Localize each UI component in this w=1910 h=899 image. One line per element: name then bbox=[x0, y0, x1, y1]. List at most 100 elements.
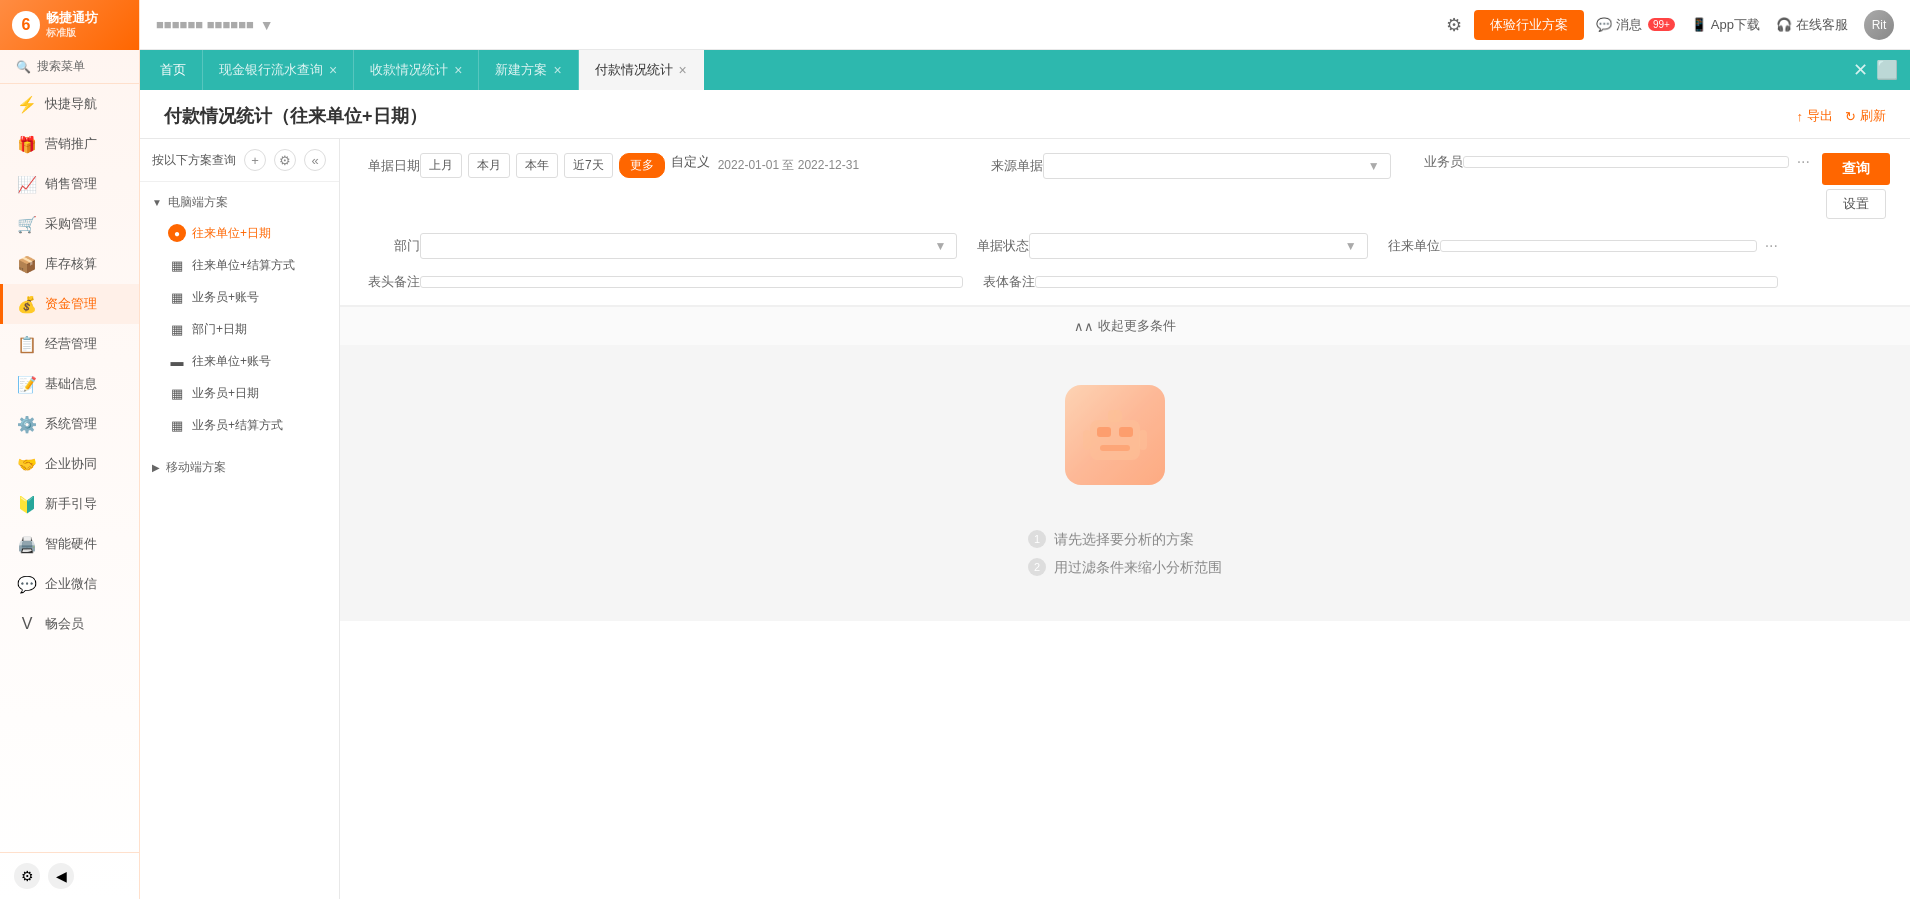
refresh-button[interactable]: ↻ 刷新 bbox=[1845, 107, 1886, 125]
scheme-item-icon: ▦ bbox=[168, 416, 186, 434]
scheme-item-staff-account[interactable]: ▦ 业务员+账号 bbox=[140, 281, 339, 313]
sidebar-item-finance[interactable]: 💰资金管理 bbox=[0, 284, 139, 324]
sidebar-item-business[interactable]: 📋经营管理 bbox=[0, 324, 139, 364]
export-icon: ↑ bbox=[1797, 109, 1804, 124]
refresh-icon: ↻ bbox=[1845, 109, 1856, 124]
export-button[interactable]: ↑ 导出 bbox=[1797, 107, 1834, 125]
tab-pay-stat[interactable]: 付款情况统计× bbox=[579, 50, 704, 90]
pc-scheme-group: ▼ 电脑端方案 ● 往来单位+日期 ▦ 往来单位+结算方式 ▦ 业务员+账号 bbox=[140, 182, 339, 447]
note-body-input[interactable] bbox=[1035, 276, 1778, 288]
nav-label-guide: 新手引导 bbox=[45, 495, 97, 513]
sidebar-item-hardware[interactable]: 🖨️智能硬件 bbox=[0, 524, 139, 564]
scheme-item-icon: ▦ bbox=[168, 384, 186, 402]
unit-more-icon[interactable]: ··· bbox=[1765, 237, 1778, 255]
empty-state: 1 请先选择要分析的方案 2 用过滤条件来缩小分析范围 bbox=[340, 345, 1910, 621]
tab-close-bank-flow[interactable]: × bbox=[329, 62, 337, 78]
close-tab-icon[interactable]: ✕ bbox=[1853, 59, 1868, 81]
last-month-btn[interactable]: 上月 bbox=[420, 153, 462, 178]
svg-rect-7 bbox=[1139, 430, 1147, 450]
nav-icon-marketing: 🎁 bbox=[17, 134, 37, 154]
setting-button[interactable]: 设置 bbox=[1826, 189, 1886, 219]
tab-label-bank-flow: 现金银行流水查询 bbox=[219, 61, 323, 79]
scheme-setting-button[interactable]: ⚙ bbox=[274, 149, 296, 171]
sidebar-item-member[interactable]: V畅会员 bbox=[0, 604, 139, 644]
note-head-label: 表头备注 bbox=[360, 273, 420, 291]
scheme-item-unit-date[interactable]: ● 往来单位+日期 bbox=[140, 217, 339, 249]
trial-button[interactable]: 体验行业方案 bbox=[1474, 10, 1584, 40]
app-download-button[interactable]: 📱 App下载 bbox=[1691, 16, 1760, 34]
service-icon: 🎧 bbox=[1776, 17, 1792, 32]
scheme-item-staff-settle[interactable]: ▦ 业务员+结算方式 bbox=[140, 409, 339, 441]
tab-new-plan[interactable]: 新建方案× bbox=[479, 50, 578, 90]
tab-close-pay-stat[interactable]: × bbox=[679, 62, 687, 78]
group-arrow-icon: ▼ bbox=[152, 197, 162, 208]
nav-label-quick-nav: 快捷导航 bbox=[45, 95, 97, 113]
nav-label-basic: 基础信息 bbox=[45, 375, 97, 393]
tab-label-payment-stat: 收款情况统计 bbox=[370, 61, 448, 79]
messages-button[interactable]: 💬 消息 99+ bbox=[1596, 16, 1675, 34]
staff-more-icon[interactable]: ··· bbox=[1797, 153, 1810, 171]
empty-robot-icon bbox=[1065, 385, 1165, 485]
mobile-group-label: 移动端方案 bbox=[166, 459, 226, 476]
sidebar-item-marketing[interactable]: 🎁营销推广 bbox=[0, 124, 139, 164]
robot-svg bbox=[1075, 395, 1155, 475]
tab-close-payment-stat[interactable]: × bbox=[454, 62, 462, 78]
more-date-btn[interactable]: 更多 bbox=[619, 153, 665, 178]
tab-home[interactable]: 首页 bbox=[144, 50, 203, 90]
sidebar-item-wechat[interactable]: 💬企业微信 bbox=[0, 564, 139, 604]
this-year-btn[interactable]: 本年 bbox=[516, 153, 558, 178]
collapse-more-button[interactable]: ∧∧ 收起更多条件 bbox=[340, 306, 1910, 345]
query-button[interactable]: 查询 bbox=[1822, 153, 1890, 185]
sidebar: 6 畅捷通坊 标准版 🔍 搜索菜单 ⚡快捷导航🎁营销推广📈销售管理🛒采购管理📦库… bbox=[0, 0, 140, 899]
sidebar-item-basic[interactable]: 📝基础信息 bbox=[0, 364, 139, 404]
gear-button[interactable]: ⚙ bbox=[1446, 14, 1462, 36]
user-avatar[interactable]: Rit bbox=[1864, 10, 1894, 40]
source-select[interactable]: ▼ bbox=[1043, 153, 1390, 179]
query-actions: 查询 设置 bbox=[1822, 153, 1890, 219]
breadcrumb-dropdown[interactable]: ▼ bbox=[260, 17, 274, 33]
sidebar-item-coop[interactable]: 🤝企业协同 bbox=[0, 444, 139, 484]
sidebar-bottom: ⚙ ◀ bbox=[0, 852, 139, 899]
scheme-item-label: 部门+日期 bbox=[192, 321, 247, 338]
sidebar-item-inventory[interactable]: 📦库存核算 bbox=[0, 244, 139, 284]
last-7days-btn[interactable]: 近7天 bbox=[564, 153, 613, 178]
nav-icon-finance: 💰 bbox=[17, 294, 37, 314]
tab-bank-flow[interactable]: 现金银行流水查询 × bbox=[203, 50, 354, 90]
pc-scheme-group-title[interactable]: ▼ 电脑端方案 bbox=[140, 188, 339, 217]
scheme-item-unit-account[interactable]: ▬ 往来单位+账号 bbox=[140, 345, 339, 377]
add-scheme-button[interactable]: + bbox=[244, 149, 266, 171]
unit-input[interactable] bbox=[1440, 240, 1757, 252]
scheme-item-staff-date[interactable]: ▦ 业务员+日期 bbox=[140, 377, 339, 409]
nav-icon-coop: 🤝 bbox=[17, 454, 37, 474]
sidebar-search[interactable]: 🔍 搜索菜单 bbox=[0, 50, 139, 84]
this-month-btn[interactable]: 本月 bbox=[468, 153, 510, 178]
empty-tip-2: 2 用过滤条件来缩小分析范围 bbox=[1028, 553, 1222, 581]
filter-area: 单据日期 上月 本月 本年 近7天 更多 自定义 bbox=[340, 139, 1910, 899]
sidebar-item-system[interactable]: ⚙️系统管理 bbox=[0, 404, 139, 444]
collapse-scheme-button[interactable]: « bbox=[304, 149, 326, 171]
tab-close-new-plan[interactable]: × bbox=[553, 62, 561, 78]
chevron-down-icon: ▼ bbox=[935, 239, 947, 253]
nav-label-wechat: 企业微信 bbox=[45, 575, 97, 593]
maximize-tab-icon[interactable]: ⬜ bbox=[1876, 59, 1898, 81]
nav-label-inventory: 库存核算 bbox=[45, 255, 97, 273]
note-body-label: 表体备注 bbox=[975, 273, 1035, 291]
sidebar-item-quick-nav[interactable]: ⚡快捷导航 bbox=[0, 84, 139, 124]
online-service-button[interactable]: 🎧 在线客服 bbox=[1776, 16, 1848, 34]
collapse-sidebar-icon[interactable]: ◀ bbox=[48, 863, 74, 889]
status-select[interactable]: ▼ bbox=[1029, 233, 1367, 259]
nav-label-business: 经营管理 bbox=[45, 335, 97, 353]
settings-icon[interactable]: ⚙ bbox=[14, 863, 40, 889]
scheme-item-unit-settle[interactable]: ▦ 往来单位+结算方式 bbox=[140, 249, 339, 281]
note-head-input[interactable] bbox=[420, 276, 963, 288]
sidebar-item-purchase[interactable]: 🛒采购管理 bbox=[0, 204, 139, 244]
mobile-scheme-group-title[interactable]: ▶ 移动端方案 bbox=[140, 453, 339, 482]
dept-select[interactable]: ▼ bbox=[420, 233, 957, 259]
sidebar-item-sales[interactable]: 📈销售管理 bbox=[0, 164, 139, 204]
scheme-item-label: 业务员+账号 bbox=[192, 289, 259, 306]
scheme-item-dept-date[interactable]: ▦ 部门+日期 bbox=[140, 313, 339, 345]
sidebar-item-guide[interactable]: 🔰新手引导 bbox=[0, 484, 139, 524]
group-arrow-icon: ▶ bbox=[152, 462, 160, 473]
tab-payment-stat[interactable]: 收款情况统计 × bbox=[354, 50, 479, 90]
staff-input[interactable] bbox=[1463, 156, 1789, 168]
